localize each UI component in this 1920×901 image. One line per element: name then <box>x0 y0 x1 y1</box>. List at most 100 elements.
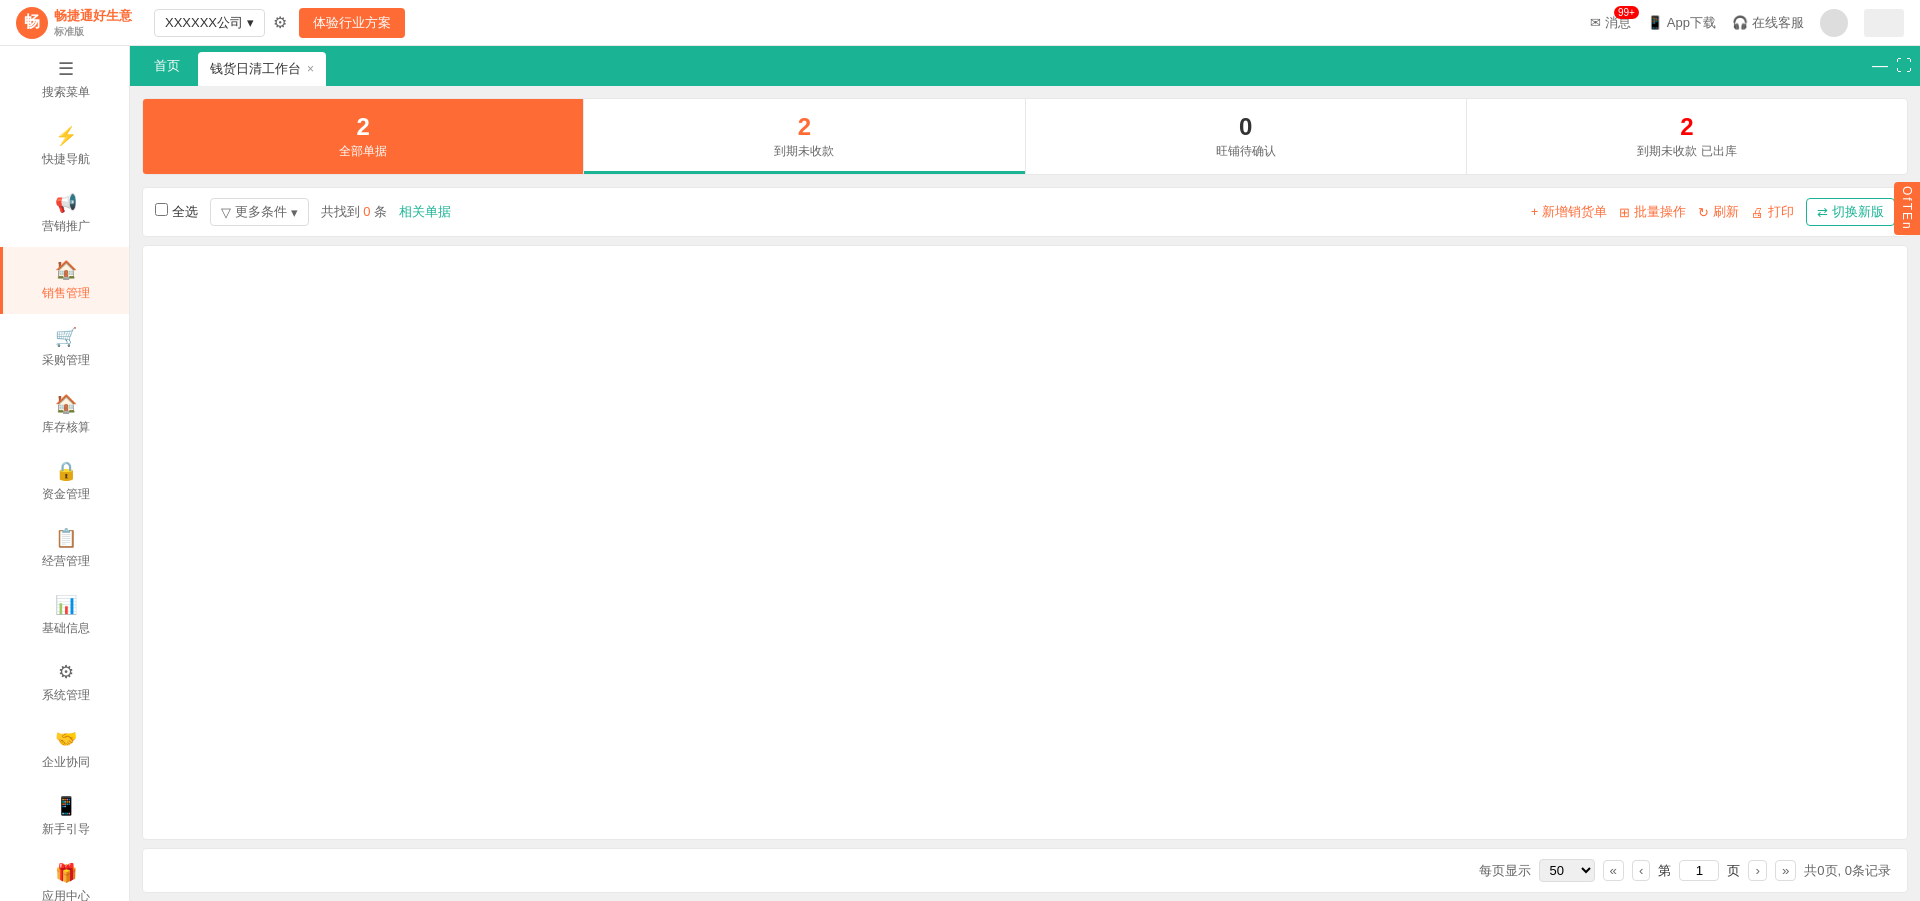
stat-tab-overdue[interactable]: 2 到期未收款 <box>584 99 1025 174</box>
sidebar-label-app-center: 应用中心 <box>42 888 90 901</box>
experience-button[interactable]: 体验行业方案 <box>299 8 405 38</box>
message-button[interactable]: ✉ 消息 99+ <box>1590 14 1631 32</box>
sidebar-label-basic-info: 基础信息 <box>42 620 90 637</box>
batch-operation-button[interactable]: ⊞ 批量操作 <box>1619 203 1686 221</box>
settings-icon[interactable]: ⚙ <box>273 13 287 32</box>
toolbar-left: 全选 ▽ 更多条件 ▾ 共找到 0 条 相关单据 <box>155 198 451 226</box>
marketing-icon: 📢 <box>55 192 77 214</box>
refresh-icon: ↻ <box>1698 205 1709 220</box>
switch-version-button[interactable]: ⇄ 切换新版 <box>1806 198 1895 226</box>
sidebar-item-purchase[interactable]: 🛒 采购管理 <box>0 314 129 381</box>
tab-home[interactable]: 首页 <box>138 46 196 86</box>
new-sales-order-button[interactable]: + 新增销货单 <box>1531 203 1607 221</box>
select-all-label[interactable]: 全选 <box>155 203 198 221</box>
system-icon: ⚙ <box>58 661 74 683</box>
tab-active[interactable]: 钱货日清工作台 × <box>198 52 326 86</box>
total-info: 共0页, 0条记录 <box>1804 862 1891 880</box>
basic-info-icon: 📊 <box>55 594 77 616</box>
avatar[interactable] <box>1820 9 1848 37</box>
last-page-button[interactable]: » <box>1775 860 1796 881</box>
refresh-button[interactable]: ↻ 刷新 <box>1698 203 1739 221</box>
stat-num-overdue-out: 2 <box>1475 113 1899 141</box>
user-name-area[interactable] <box>1864 9 1904 37</box>
prev-page-button[interactable]: ‹ <box>1632 860 1650 881</box>
sidebar-label-guide: 新手引导 <box>42 821 90 838</box>
page-number-input[interactable] <box>1679 860 1719 881</box>
tab-bar-actions: — ⛶ <box>1872 57 1912 75</box>
found-count: 0 <box>363 204 370 219</box>
found-text: 共找到 0 条 <box>321 203 387 221</box>
switch-icon: ⇄ <box>1817 205 1828 220</box>
filter-icon: ▽ <box>221 205 231 220</box>
inventory-icon: 🏠 <box>55 393 77 415</box>
sidebar-item-sales[interactable]: 🏠 销售管理 <box>0 247 129 314</box>
select-all-checkbox[interactable] <box>155 203 168 216</box>
company-selector[interactable]: XXXXXX公司 ▾ <box>154 9 265 37</box>
tab-minimize-button[interactable]: — <box>1872 57 1888 75</box>
page-label-end: 页 <box>1727 862 1740 880</box>
sidebar-label-quick-nav: 快捷导航 <box>42 151 90 168</box>
logo: 畅 畅捷通好生意 标准版 <box>16 7 146 39</box>
filter-button[interactable]: ▽ 更多条件 ▾ <box>210 198 309 226</box>
page-size-select[interactable]: 50 20 100 <box>1539 859 1595 882</box>
enterprise-icon: 🤝 <box>55 728 77 750</box>
sidebar-item-enterprise[interactable]: 🤝 企业协同 <box>0 716 129 783</box>
sidebar-item-marketing[interactable]: 📢 营销推广 <box>0 180 129 247</box>
batch-icon: ⊞ <box>1619 205 1630 220</box>
tab-close-button[interactable]: × <box>307 62 314 76</box>
tab-bar: 首页 钱货日清工作台 × — ⛶ <box>130 46 1920 86</box>
main-layout: ☰ 搜索菜单 ⚡ 快捷导航 📢 营销推广 🏠 销售管理 🛒 采购管理 🏠 库存核… <box>0 46 1920 901</box>
online-service-label: 在线客服 <box>1752 14 1804 32</box>
message-badge: 99+ <box>1614 6 1639 19</box>
page-size-label: 每页显示 <box>1479 862 1531 880</box>
next-page-button[interactable]: › <box>1748 860 1766 881</box>
main-content: 首页 钱货日清工作台 × — ⛶ 2 全部单据 2 到期未收款 <box>130 46 1920 901</box>
print-button[interactable]: 🖨 打印 <box>1751 203 1794 221</box>
app-download-button[interactable]: 📱 App下载 <box>1647 14 1716 32</box>
online-service-button[interactable]: 🎧 在线客服 <box>1732 14 1804 32</box>
message-icon: ✉ <box>1590 15 1601 30</box>
sidebar-label-purchase: 采购管理 <box>42 352 90 369</box>
company-name: XXXXXX公司 <box>165 14 243 32</box>
sidebar-label-system: 系统管理 <box>42 687 90 704</box>
sidebar-item-basic-info[interactable]: 📊 基础信息 <box>0 582 129 649</box>
stat-tab-overdue-out[interactable]: 2 到期未收款 已出库 <box>1467 99 1907 174</box>
often-tag[interactable]: OfTEn <box>1894 182 1920 235</box>
related-link[interactable]: 相关单据 <box>399 203 451 221</box>
stat-tab-pending[interactable]: 0 旺铺待确认 <box>1026 99 1467 174</box>
table-area <box>142 245 1908 840</box>
tab-maximize-button[interactable]: ⛶ <box>1896 57 1912 75</box>
logo-sub-text: 标准版 <box>54 25 132 39</box>
stats-tabs: 2 全部单据 2 到期未收款 0 旺铺待确认 2 到期未收款 已出库 <box>142 98 1908 175</box>
stat-label-all: 全部单据 <box>151 143 575 160</box>
stat-label-pending: 旺铺待确认 <box>1034 143 1458 160</box>
sidebar-item-operations[interactable]: 📋 经营管理 <box>0 515 129 582</box>
sidebar-label-inventory: 库存核算 <box>42 419 90 436</box>
sidebar-item-inventory[interactable]: 🏠 库存核算 <box>0 381 129 448</box>
sidebar-item-finance[interactable]: 🔒 资金管理 <box>0 448 129 515</box>
sidebar-item-system[interactable]: ⚙ 系统管理 <box>0 649 129 716</box>
print-icon: 🖨 <box>1751 205 1764 220</box>
filter-label: 更多条件 <box>235 203 287 221</box>
sidebar-label-finance: 资金管理 <box>42 486 90 503</box>
top-right-area: ✉ 消息 99+ 📱 App下载 🎧 在线客服 <box>1590 9 1904 37</box>
quick-nav-icon: ⚡ <box>55 125 77 147</box>
sidebar-label-sales: 销售管理 <box>42 285 90 302</box>
first-page-button[interactable]: « <box>1603 860 1624 881</box>
stat-tab-all[interactable]: 2 全部单据 <box>143 99 584 174</box>
sidebar-item-search-menu[interactable]: ☰ 搜索菜单 <box>0 46 129 113</box>
operations-icon: 📋 <box>55 527 77 549</box>
sidebar-label-marketing: 营销推广 <box>42 218 90 235</box>
finance-icon: 🔒 <box>55 460 77 482</box>
stat-num-pending: 0 <box>1034 113 1458 141</box>
sidebar-item-quick-nav[interactable]: ⚡ 快捷导航 <box>0 113 129 180</box>
tab-active-label: 钱货日清工作台 <box>210 60 301 78</box>
headset-icon: 🎧 <box>1732 15 1748 30</box>
top-bar: 畅 畅捷通好生意 标准版 XXXXXX公司 ▾ ⚙ 体验行业方案 ✉ 消息 99… <box>0 0 1920 46</box>
sidebar-label-enterprise: 企业协同 <box>42 754 90 771</box>
sidebar-item-app-center[interactable]: 🎁 应用中心 <box>0 850 129 901</box>
filter-chevron-icon: ▾ <box>291 205 298 220</box>
sidebar-item-guide[interactable]: 📱 新手引导 <box>0 783 129 850</box>
stat-num-all: 2 <box>151 113 575 141</box>
sidebar: ☰ 搜索菜单 ⚡ 快捷导航 📢 营销推广 🏠 销售管理 🛒 采购管理 🏠 库存核… <box>0 46 130 901</box>
